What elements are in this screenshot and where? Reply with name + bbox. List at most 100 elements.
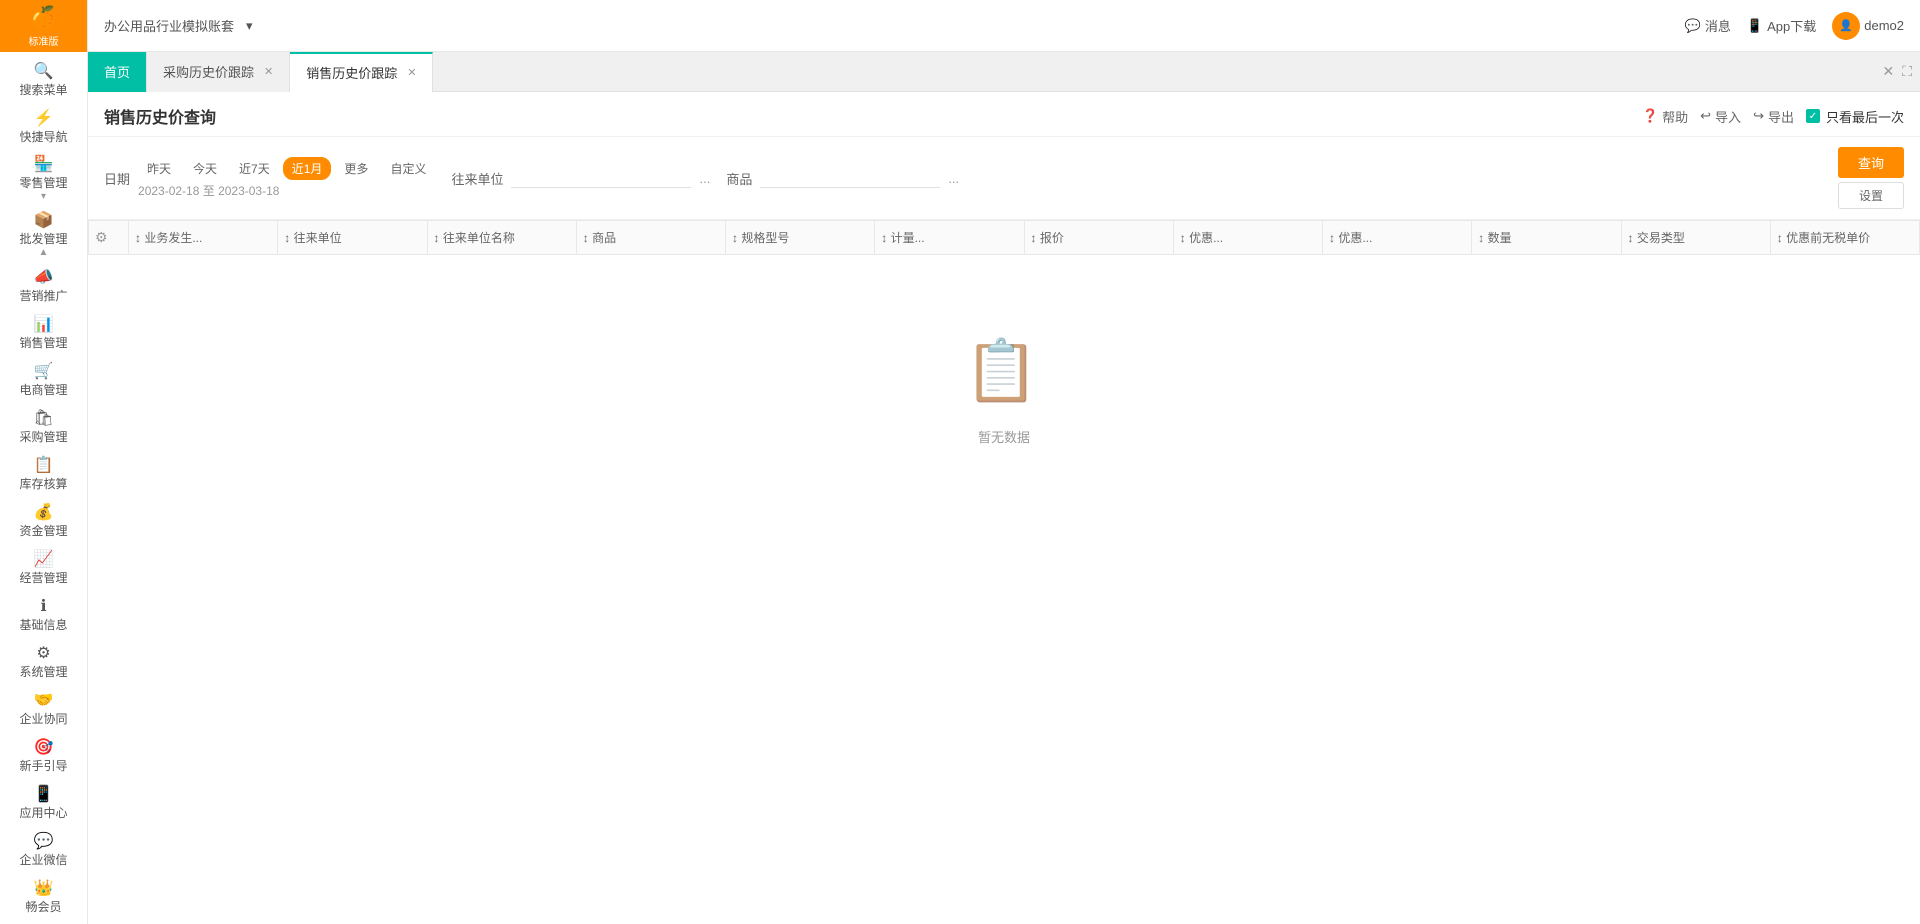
tabs-right: ✕ ⛶: [1882, 63, 1920, 80]
tab-home[interactable]: 首页: [88, 52, 147, 92]
expand-btn[interactable]: ⛶: [1902, 63, 1912, 80]
sidebar-item-finance[interactable]: 💰 资金管理: [0, 497, 87, 544]
sidebar-item-system[interactable]: ⚙系统管理: [0, 638, 87, 685]
close-all-btn[interactable]: ✕: [1882, 63, 1894, 80]
sidebar-item-guide[interactable]: 🎯新手引导: [0, 732, 87, 779]
goods-dots[interactable]: ...: [948, 171, 959, 186]
th-quote[interactable]: ↕ 报价: [1024, 221, 1173, 255]
th-discount1[interactable]: ↕ 优惠...: [1173, 221, 1322, 255]
query-button[interactable]: 查询: [1838, 147, 1904, 178]
th-counterpart[interactable]: ↕ 往来单位: [278, 221, 427, 255]
sidebar-item-inventory[interactable]: 📋库存核算: [0, 450, 87, 497]
sidebar-item-operation[interactable]: 📈经营管理: [0, 544, 87, 591]
message-btn[interactable]: 💬 消息: [1685, 16, 1731, 35]
ecommerce-icon: 🛒: [34, 361, 54, 381]
date-btn-yesterday[interactable]: 昨天: [138, 157, 180, 180]
date-range: 2023-02-18 至 2023-03-18: [138, 182, 435, 199]
th-pretax-price-label: ↕ 优惠前无税单价: [1777, 231, 1870, 245]
th-spec[interactable]: ↕ 规格型号: [726, 221, 875, 255]
export-btn[interactable]: ↪ 导出: [1753, 107, 1794, 126]
message-icon: 💬: [1685, 18, 1701, 34]
enterprise-icon: 🤝: [34, 690, 54, 710]
filter-area: 日期 昨天 今天 近7天 近1月 更多 自定义 2023-02-18 至 202…: [88, 137, 1920, 220]
th-goods-label: ↕ 商品: [583, 231, 616, 245]
date-btn-today[interactable]: 今天: [184, 157, 226, 180]
counterpart-dots[interactable]: ...: [699, 171, 710, 186]
tab-sales[interactable]: 销售历史价跟踪 ✕: [290, 52, 433, 92]
goods-input[interactable]: [760, 168, 940, 188]
wholesale-mgmt-label: 批发管理: [19, 232, 67, 248]
date-btn-more[interactable]: 更多: [335, 157, 377, 180]
settings-button[interactable]: 设置: [1838, 182, 1904, 209]
app-download-icon: 📱: [1747, 18, 1763, 34]
help-btn[interactable]: ❓ 帮助: [1642, 107, 1688, 126]
query-action-group: 查询 设置: [1838, 147, 1904, 209]
topbar-dropdown[interactable]: ▾: [246, 18, 253, 34]
avatar: 👤: [1832, 12, 1860, 40]
th-settings[interactable]: ⚙: [89, 221, 129, 255]
th-pretax-price[interactable]: ↕ 优惠前无税单价: [1770, 221, 1919, 255]
th-trade-type[interactable]: ↕ 交易类型: [1621, 221, 1770, 255]
counterpart-input[interactable]: [511, 168, 691, 188]
tab-purchase[interactable]: 采购历史价跟踪 ✕: [147, 52, 290, 92]
sidebar-item-ecommerce[interactable]: 🛒 电商管理: [0, 356, 87, 403]
sidebar-item-wechat[interactable]: 💬企业微信: [0, 826, 87, 873]
sidebar-item-marketing[interactable]: 📣营销推广: [0, 262, 87, 309]
tab-purchase-close[interactable]: ✕: [264, 65, 273, 78]
date-btn-last1m[interactable]: 近1月: [283, 157, 332, 180]
topbar: 办公用品行业模拟账套 ▾ 💬 消息 📱 App下载 👤 demo2: [88, 0, 1920, 52]
only-last-wrapper[interactable]: ✓ 只看最后一次: [1806, 107, 1904, 126]
th-qty[interactable]: ↕ 数量: [1472, 221, 1621, 255]
import-label: 导入: [1715, 107, 1741, 126]
sidebar-item-app-center[interactable]: 📱应用中心: [0, 779, 87, 826]
table-settings-icon[interactable]: ⚙: [95, 229, 108, 245]
sidebar-item-enterprise[interactable]: 🤝企业协同: [0, 685, 87, 732]
th-spec-label: ↕ 规格型号: [732, 231, 789, 245]
quick-nav-label: 快捷导航: [19, 130, 67, 146]
tab-purchase-label: 采购历史价跟踪: [163, 62, 254, 81]
goods-filter-group: 商品 ...: [726, 168, 959, 188]
only-last-label: 只看最后一次: [1826, 107, 1904, 126]
th-goods[interactable]: ↕ 商品: [576, 221, 725, 255]
finance-label: 资金管理: [19, 524, 67, 540]
th-discount2[interactable]: ↕ 优惠...: [1323, 221, 1472, 255]
search-menu-label: 搜索菜单: [19, 83, 67, 99]
system-label: 系统管理: [19, 665, 67, 681]
sidebar-item-quick-nav[interactable]: ⚡快捷导航: [0, 103, 87, 150]
purchase-label: 采购管理: [19, 430, 67, 446]
sidebar-item-basic-info[interactable]: ℹ基础信息: [0, 591, 87, 638]
tab-sales-close[interactable]: ✕: [407, 66, 416, 79]
import-btn[interactable]: ↩ 导入: [1700, 107, 1741, 126]
th-discount1-label: ↕ 优惠...: [1180, 231, 1223, 245]
member-label: 畅会员: [25, 900, 61, 916]
sales-mgmt-label: 销售管理: [19, 336, 67, 352]
app-download-btn[interactable]: 📱 App下载: [1747, 16, 1816, 35]
th-unit[interactable]: ↕ 计量...: [875, 221, 1024, 255]
table-wrapper: ⚙ ↕ 业务发生... ↕ 往来单位 ↕ 往来单位名称 ↕ 商品: [88, 220, 1920, 924]
date-btn-custom[interactable]: 自定义: [381, 157, 435, 180]
search-menu-icon: 🔍: [34, 61, 54, 81]
only-last-checkbox[interactable]: ✓: [1806, 109, 1820, 123]
th-quote-label: ↕ 报价: [1031, 231, 1064, 245]
user-avatar-area[interactable]: 👤 demo2: [1832, 12, 1904, 40]
sidebar-item-retail-mgmt[interactable]: 🏪零售管理▾: [0, 150, 87, 206]
sidebar-item-search-menu[interactable]: 🔍 搜索菜单: [0, 56, 87, 103]
operation-label: 经营管理: [19, 571, 67, 587]
date-btn-last7[interactable]: 近7天: [230, 157, 279, 180]
th-counterpart-name[interactable]: ↕ 往来单位名称: [427, 221, 576, 255]
th-biz-date[interactable]: ↕ 业务发生...: [129, 221, 278, 255]
sidebar-item-sales-mgmt[interactable]: 📊销售管理: [0, 309, 87, 356]
th-biz-date-label: ↕ 业务发生...: [135, 231, 202, 245]
date-filter-col: 昨天 今天 近7天 近1月 更多 自定义 2023-02-18 至 2023-0…: [138, 157, 435, 199]
inventory-label: 库存核算: [19, 477, 67, 493]
page-header: 销售历史价查询 ❓ 帮助 ↩ 导入 ↪ 导出 ✓ 只: [88, 92, 1920, 137]
th-trade-type-label: ↕ 交易类型: [1628, 231, 1685, 245]
sidebar-item-wholesale-mgmt[interactable]: 📦批发管理▲: [0, 206, 87, 262]
sidebar-item-member[interactable]: 👑 畅会员: [0, 873, 87, 920]
sidebar-item-purchase[interactable]: 🛍采购管理: [0, 403, 87, 450]
member-icon: 👑: [34, 878, 54, 898]
message-label: 消息: [1705, 16, 1731, 35]
sidebar-logo[interactable]: 🍊 标准版: [0, 0, 88, 52]
finance-icon: 💰: [34, 502, 54, 522]
ecommerce-label: 电商管理: [19, 383, 67, 399]
